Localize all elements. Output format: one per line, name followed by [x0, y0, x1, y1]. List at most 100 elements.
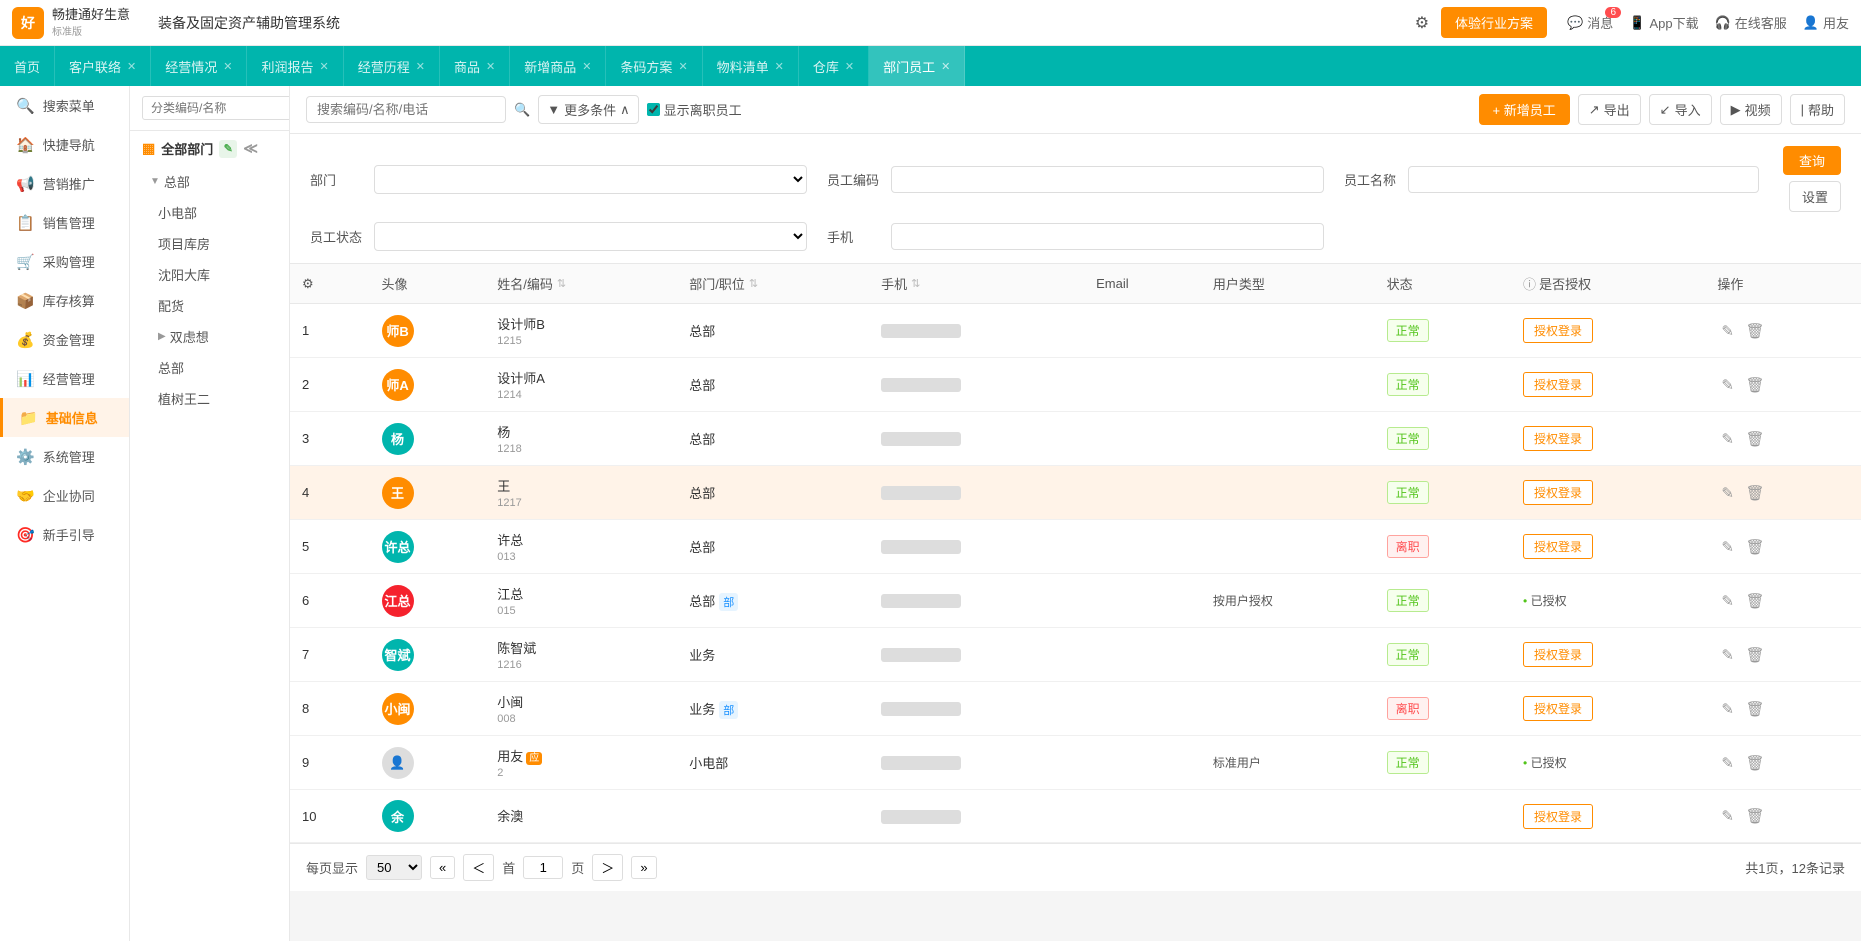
- auth-button[interactable]: 授权登录: [1523, 642, 1593, 667]
- empcode-filter-input[interactable]: [891, 166, 1324, 193]
- sidebar-item-collaboration[interactable]: 🤝 企业协同: [0, 476, 129, 515]
- edit-button[interactable]: ✎: [1717, 644, 1738, 666]
- th-settings[interactable]: ⚙: [290, 264, 370, 304]
- trial-button[interactable]: 体验行业方案: [1441, 7, 1547, 38]
- dept-node-xiaodian[interactable]: 小电部: [130, 197, 289, 228]
- auth-button[interactable]: 授权登录: [1523, 318, 1593, 343]
- delete-button[interactable]: 🗑: [1742, 590, 1769, 612]
- video-button[interactable]: ▶ 视频: [1720, 94, 1782, 125]
- tab-customer[interactable]: 客户联络 ✕: [55, 46, 151, 86]
- show-resigned-label[interactable]: 显示离职员工: [647, 100, 742, 119]
- first-page-button[interactable]: «: [430, 856, 455, 879]
- sidebar-item-inventory[interactable]: 📦 库存核算: [0, 281, 129, 320]
- edit-icon[interactable]: ✎: [219, 140, 237, 158]
- page-number-input[interactable]: [523, 856, 563, 879]
- add-employee-button[interactable]: + 新增员工: [1479, 94, 1570, 125]
- dept-node-zonbu[interactable]: ▼ 总部: [130, 166, 289, 197]
- dept-filter-select[interactable]: [374, 165, 807, 194]
- close-icon[interactable]: ✕: [678, 60, 687, 73]
- import-button[interactable]: ↙ 导入: [1649, 94, 1712, 125]
- auth-button[interactable]: 授权登录: [1523, 534, 1593, 559]
- close-icon[interactable]: ✕: [486, 60, 495, 73]
- tab-warehouse[interactable]: 仓库 ✕: [799, 46, 869, 86]
- settings-gear-icon[interactable]: ⚙: [1415, 13, 1429, 33]
- phone-filter-input[interactable]: [891, 223, 1324, 250]
- delete-button[interactable]: 🗑: [1742, 536, 1769, 558]
- prev-page-button[interactable]: ＜: [463, 854, 494, 881]
- delete-button[interactable]: 🗑: [1742, 752, 1769, 774]
- more-filter-btn[interactable]: ▼ 更多条件 ∧: [538, 95, 638, 124]
- sidebar-item-purchase[interactable]: 🛒 采购管理: [0, 242, 129, 281]
- sidebar-item-guide[interactable]: 🎯 新手引导: [0, 515, 129, 554]
- tab-bom[interactable]: 物料清单 ✕: [703, 46, 799, 86]
- filter-settings-button[interactable]: 设置: [1789, 181, 1841, 212]
- edit-button[interactable]: ✎: [1717, 752, 1738, 774]
- tab-history[interactable]: 经营历程 ✕: [344, 46, 440, 86]
- delete-button[interactable]: 🗑: [1742, 644, 1769, 666]
- tab-dept-employee[interactable]: 部门员工 ✕: [869, 46, 965, 86]
- dept-search-input[interactable]: [142, 96, 290, 120]
- auth-button[interactable]: 授权登录: [1523, 480, 1593, 505]
- user-item[interactable]: 👤 用友: [1803, 13, 1849, 32]
- close-icon[interactable]: ✕: [223, 60, 232, 73]
- dept-all[interactable]: ▦ 全部部门 ✎ ≪: [130, 131, 289, 166]
- sidebar-item-search[interactable]: 🔍 搜索菜单: [0, 86, 129, 125]
- empname-filter-input[interactable]: [1408, 166, 1759, 193]
- dept-node-shuanglv[interactable]: ▶ 双虑想: [130, 321, 289, 352]
- sidebar-item-basic-info[interactable]: 📁 基础信息: [0, 398, 129, 437]
- delete-button[interactable]: 🗑: [1742, 428, 1769, 450]
- dept-node-zongbu2[interactable]: 总部: [130, 352, 289, 383]
- tab-business[interactable]: 经营情况 ✕: [151, 46, 247, 86]
- auth-button[interactable]: 授权登录: [1523, 426, 1593, 451]
- tab-profit[interactable]: 利润报告 ✕: [247, 46, 343, 86]
- delete-button[interactable]: 🗑: [1742, 320, 1769, 342]
- dept-node-zhishu[interactable]: 植树王二: [130, 383, 289, 414]
- delete-button[interactable]: 🗑: [1742, 482, 1769, 504]
- help-button[interactable]: | 帮助: [1790, 94, 1845, 125]
- edit-button[interactable]: ✎: [1717, 374, 1738, 396]
- edit-button[interactable]: ✎: [1717, 320, 1738, 342]
- edit-button[interactable]: ✎: [1717, 428, 1738, 450]
- collapse-btn[interactable]: ≪: [243, 140, 258, 157]
- sidebar-item-sales[interactable]: 📋 销售管理: [0, 203, 129, 242]
- delete-button[interactable]: 🗑: [1742, 374, 1769, 396]
- auth-button[interactable]: 授权登录: [1523, 804, 1593, 829]
- search-submit-icon[interactable]: 🔍: [514, 102, 530, 118]
- dept-node-project[interactable]: 项目库房: [130, 228, 289, 259]
- auth-button[interactable]: 授权登录: [1523, 696, 1593, 721]
- dept-node-peihuo[interactable]: 配货: [130, 290, 289, 321]
- sidebar-item-marketing[interactable]: 📢 营销推广: [0, 164, 129, 203]
- close-icon[interactable]: ✕: [775, 60, 784, 73]
- close-icon[interactable]: ✕: [582, 60, 591, 73]
- tab-goods[interactable]: 商品 ✕: [440, 46, 510, 86]
- close-icon[interactable]: ✕: [320, 60, 329, 73]
- search-input[interactable]: [306, 96, 506, 123]
- sidebar-item-quicknav[interactable]: 🏠 快捷导航: [0, 125, 129, 164]
- show-resigned-checkbox[interactable]: [647, 103, 660, 116]
- tab-home[interactable]: 首页: [0, 46, 55, 86]
- delete-button[interactable]: 🗑: [1742, 805, 1769, 827]
- delete-button[interactable]: 🗑: [1742, 698, 1769, 720]
- th-name-code[interactable]: 姓名/编码 ⇅: [485, 264, 677, 304]
- message-icon-item[interactable]: 💬 消息 6: [1567, 13, 1613, 32]
- page-size-select[interactable]: 50 20 100: [366, 855, 422, 880]
- edit-button[interactable]: ✎: [1717, 536, 1738, 558]
- close-icon[interactable]: ✕: [127, 60, 136, 73]
- search-submit-button[interactable]: 查询: [1783, 146, 1841, 175]
- last-page-button[interactable]: »: [631, 856, 656, 879]
- auth-button[interactable]: 授权登录: [1523, 372, 1593, 397]
- close-icon[interactable]: ✕: [941, 60, 950, 73]
- edit-button[interactable]: ✎: [1717, 698, 1738, 720]
- edit-button[interactable]: ✎: [1717, 590, 1738, 612]
- sidebar-item-operation[interactable]: 📊 经营管理: [0, 359, 129, 398]
- edit-button[interactable]: ✎: [1717, 805, 1738, 827]
- th-phone[interactable]: 手机 ⇅: [869, 264, 1084, 304]
- tab-add-goods[interactable]: 新增商品 ✕: [510, 46, 606, 86]
- dept-node-shenyang[interactable]: 沈阳大库: [130, 259, 289, 290]
- app-download-item[interactable]: 📱 App下载: [1629, 13, 1698, 32]
- sidebar-item-finance[interactable]: 💰 资金管理: [0, 320, 129, 359]
- tab-barcode[interactable]: 条码方案 ✕: [606, 46, 702, 86]
- close-icon[interactable]: ✕: [845, 60, 854, 73]
- online-service-item[interactable]: 🎧 在线客服: [1715, 13, 1787, 32]
- next-page-button[interactable]: ＞: [592, 854, 623, 881]
